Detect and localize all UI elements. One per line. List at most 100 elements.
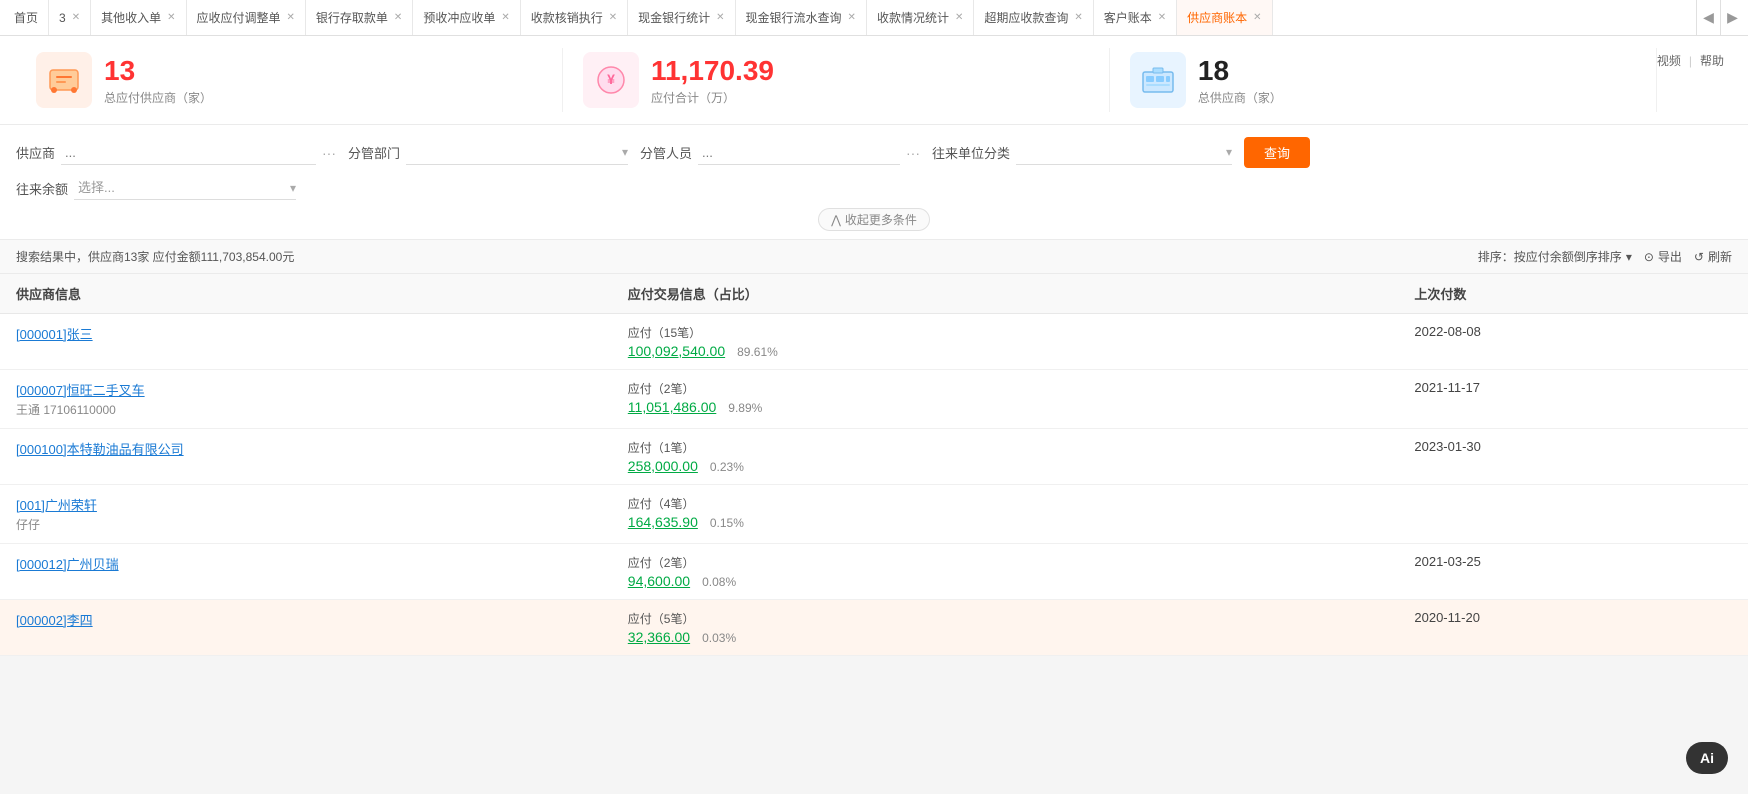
person-input[interactable] — [698, 141, 900, 165]
trade-amount[interactable]: 258,000.00 — [628, 458, 698, 474]
table-row: [000007]恒旺二手叉车王通 17106110000 应付（2笔） 11,051… — [0, 370, 1748, 429]
nav-tab-ar-ap-adjust[interactable]: 应收应付调整单 ✕ — [187, 0, 306, 36]
last-pay-cell: 2023-01-30 — [1398, 429, 1748, 485]
nav-tab-supplier-account[interactable]: 供应商账本 ✕ — [1177, 0, 1272, 36]
filter-row-2: 往来余额 选择... ▾ — [16, 176, 1732, 200]
nav-tab-3-close[interactable]: ✕ — [72, 12, 80, 23]
sort-select-wrap[interactable]: 排序：按应付余额倒序排序 ▾ — [1478, 248, 1632, 265]
balance-chevron-icon: ▾ — [290, 181, 296, 195]
balance-select[interactable]: 选择... — [74, 176, 290, 199]
trade-label: 应付（2笔） — [628, 380, 1383, 397]
nav-tab-home[interactable]: 首页 — [4, 0, 49, 36]
stat-info-ap-total: 11,170.39 应付合计（万） — [651, 54, 774, 107]
dept-select-wrap: ▾ — [406, 141, 628, 165]
nav-tab-cash-bank-flow[interactable]: 现金银行流水查询 ✕ — [736, 0, 867, 36]
trade-pct: 9.89% — [728, 401, 762, 415]
person-ellipsis-icon: ··· — [906, 145, 920, 161]
supplier-cell: [000001]张三 — [0, 314, 612, 370]
main-table-wrap: 供应商信息 应付交易信息（占比） 上次付数 [000001]张三应付（15笔）1… — [0, 274, 1748, 656]
supplier-link[interactable]: [000100]本特勒油品有限公司 — [16, 442, 184, 457]
table-row: [000012]广州贝瑞应付（2笔）94,600.000.08%2021-03-… — [0, 544, 1748, 600]
nav-tab-collect-stat[interactable]: 收款情况统计 ✕ — [867, 0, 974, 36]
stat-label-ap-total: 应付合计（万） — [651, 89, 774, 106]
nav-tab-collect-verify[interactable]: 收款核销执行 ✕ — [521, 0, 628, 36]
supplier-filter-label: 供应商 — [16, 143, 55, 162]
sort-chevron-icon: ▾ — [1626, 250, 1632, 264]
trade-pct: 0.15% — [710, 516, 744, 530]
nav-tab-customer-account[interactable]: 客户账本 ✕ — [1094, 0, 1177, 36]
nav-tab-advance-collect-close[interactable]: ✕ — [501, 12, 509, 23]
stats-bar: 13 总应付供应商（家） ¥ 11,170.39 应付合计（万） — [0, 36, 1748, 125]
nav-tab-3[interactable]: 3 ✕ — [49, 0, 91, 36]
nav-tab-collect-stat-close[interactable]: ✕ — [955, 12, 963, 23]
supplier-link[interactable]: [000001]张三 — [16, 327, 93, 342]
trade-amount[interactable]: 100,092,540.00 — [628, 343, 725, 359]
nav-tab-other-income-label: 其他收入单 — [101, 9, 161, 26]
supplier-sub: 王通 17106110000 — [16, 401, 596, 418]
nav-prev-arrow[interactable]: ◀ — [1696, 0, 1720, 36]
dept-chevron-icon: ▾ — [622, 145, 628, 159]
nav-tab-other-income[interactable]: 其他收入单 ✕ — [91, 0, 186, 36]
collapse-button[interactable]: ⋀ 收起更多条件 — [818, 208, 930, 231]
nav-tab-overdue-collect-close[interactable]: ✕ — [1074, 12, 1082, 23]
video-link[interactable]: 视频 — [1657, 52, 1681, 69]
supplier-input[interactable] — [61, 141, 316, 165]
nav-tab-bank-deposit[interactable]: 银行存取款单 ✕ — [306, 0, 413, 36]
last-pay-cell: 2020-11-20 — [1398, 600, 1748, 656]
trade-amount[interactable]: 11,051,486.00 — [628, 399, 717, 415]
last-pay-cell: 2021-03-25 — [1398, 544, 1748, 600]
nav-tab-advance-collect[interactable]: 预收冲应收单 ✕ — [413, 0, 520, 36]
collapse-bar: ⋀ 收起更多条件 — [16, 208, 1732, 231]
nav-next-arrow[interactable]: ▶ — [1720, 0, 1744, 36]
nav-tab-supplier-account-close[interactable]: ✕ — [1253, 12, 1261, 23]
result-bar: 搜索结果中，供应商13家 应付金额111,703,854.00元 排序：按应付余… — [0, 240, 1748, 274]
supplier-link[interactable]: [000012]广州贝瑞 — [16, 557, 119, 572]
supplier-link[interactable]: [001]广州荣轩 — [16, 498, 97, 513]
nav-tab-cash-bank-flow-close[interactable]: ✕ — [848, 12, 856, 23]
nav-tab-ar-ap-adjust-close[interactable]: ✕ — [287, 12, 295, 23]
top-right-links: 视频 | 帮助 — [1657, 48, 1732, 69]
query-button[interactable]: 查询 — [1244, 137, 1310, 168]
last-pay-cell: 2021-11-17 — [1398, 370, 1748, 429]
nav-tab-cash-bank-stat[interactable]: 现金银行统计 ✕ — [628, 0, 735, 36]
stat-block-ap-total: ¥ 11,170.39 应付合计（万） — [563, 48, 1110, 112]
stat-label-total-suppliers: 总供应商（家） — [1198, 89, 1282, 106]
help-link[interactable]: 帮助 — [1700, 52, 1724, 69]
dept-select[interactable] — [406, 141, 622, 164]
refresh-button[interactable]: ↺ 刷新 — [1694, 248, 1732, 265]
trade-amount[interactable]: 32,366.00 — [628, 629, 690, 645]
trade-amount[interactable]: 164,635.90 — [628, 514, 698, 530]
trade-amount[interactable]: 94,600.00 — [628, 573, 690, 589]
supplier-link[interactable]: [000002]李四 — [16, 613, 93, 628]
stat-value-ap-total: 11,170.39 — [651, 54, 774, 88]
last-pay-cell — [1398, 485, 1748, 544]
stat-icon-ap-total: ¥ — [583, 52, 639, 108]
nav-tab-collect-verify-close[interactable]: ✕ — [609, 12, 617, 23]
col-header-trade: 应付交易信息（占比） — [612, 274, 1399, 314]
nav-tab-customer-account-label: 客户账本 — [1104, 9, 1152, 26]
nav-tab-cash-bank-stat-close[interactable]: ✕ — [716, 12, 724, 23]
filter-item-supplier: 供应商 ··· — [16, 141, 336, 165]
table-header-row: 供应商信息 应付交易信息（占比） 上次付数 — [0, 274, 1748, 314]
stat-info-ap-suppliers: 13 总应付供应商（家） — [104, 54, 212, 107]
ai-button[interactable]: Ai — [1686, 742, 1728, 774]
unit-class-select[interactable] — [1016, 141, 1226, 164]
balance-select-wrap: 选择... ▾ — [74, 176, 296, 200]
nav-tab-customer-account-close[interactable]: ✕ — [1158, 12, 1166, 23]
top-nav: 首页 3 ✕ 其他收入单 ✕ 应收应付调整单 ✕ 银行存取款单 ✕ 预收冲应收单… — [0, 0, 1748, 36]
trade-cell: 应付（2笔） 11,051,486.00 9.89% — [612, 370, 1399, 429]
supplier-table: 供应商信息 应付交易信息（占比） 上次付数 [000001]张三应付（15笔）1… — [0, 274, 1748, 656]
nav-tab-other-income-close[interactable]: ✕ — [167, 12, 175, 23]
export-icon: ⊙ — [1644, 250, 1654, 264]
collapse-label: 收起更多条件 — [845, 211, 917, 228]
supplier-cell: [001]广州荣轩仔仔 — [0, 485, 612, 544]
filter-area: 供应商 ··· 分管部门 ▾ 分管人员 ··· 往来单位分类 — [0, 125, 1748, 240]
filter-item-person: 分管人员 ··· — [640, 141, 920, 165]
result-summary: 搜索结果中，供应商13家 应付金额111,703,854.00元 — [16, 248, 294, 265]
supplier-link[interactable]: [000007]恒旺二手叉车 — [16, 383, 145, 398]
unit-class-filter-label: 往来单位分类 — [932, 143, 1010, 162]
nav-tab-overdue-collect[interactable]: 超期应收款查询 ✕ — [974, 0, 1093, 36]
col-header-last-pay: 上次付数 — [1398, 274, 1748, 314]
export-button[interactable]: ⊙ 导出 — [1644, 248, 1682, 265]
nav-tab-bank-deposit-close[interactable]: ✕ — [394, 12, 402, 23]
